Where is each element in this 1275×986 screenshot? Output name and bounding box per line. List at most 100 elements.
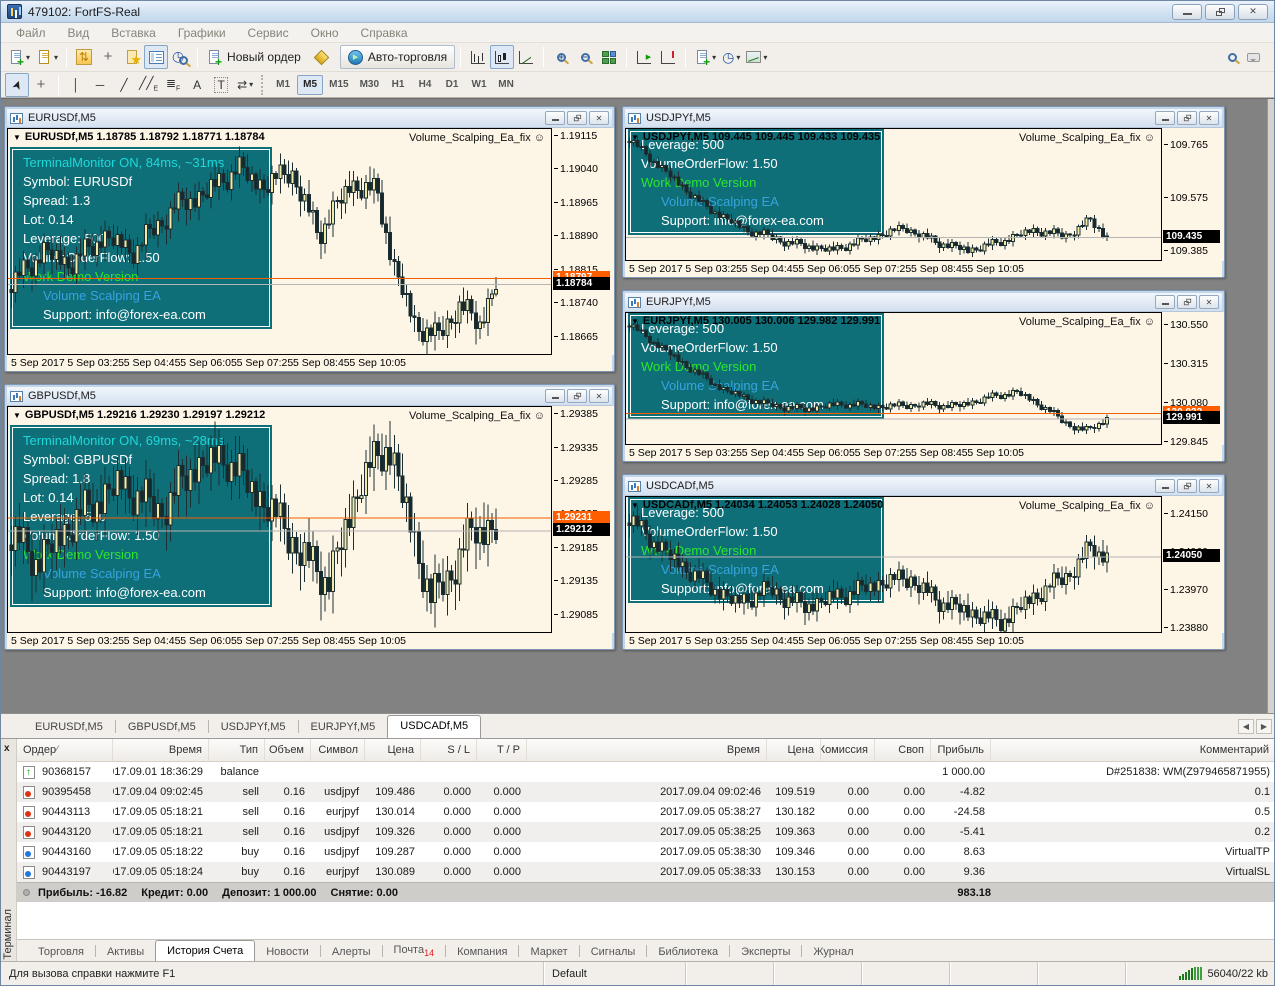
time-axis[interactable]: 5 Sep 2017 5 Sep 03:25 5 Sep 04:45 5 Sep 06… — [7, 355, 552, 371]
chart-minimize-button[interactable] — [1155, 111, 1175, 125]
candlestick-chart[interactable] — [8, 407, 551, 632]
chart-restore-button[interactable] — [567, 111, 587, 125]
channel-button[interactable]: ╱╱E — [136, 73, 161, 97]
data-window-button[interactable]: + — [96, 45, 120, 69]
candlestick-chart[interactable] — [626, 313, 1161, 444]
zoom-in-button[interactable]: + — [549, 45, 573, 69]
chart-tab-eurusdf[interactable]: EURUSDf,M5 — [23, 717, 115, 738]
candlestick-chart[interactable] — [626, 497, 1161, 632]
autotrading-button[interactable]: Авто-торговля — [339, 45, 456, 69]
column-header-open_price[interactable]: Цена — [365, 739, 421, 761]
menu-item-окно[interactable]: Окно — [300, 24, 350, 42]
terminal-tab-компания[interactable]: Компания — [446, 942, 518, 963]
column-header-volume[interactable]: Объем — [265, 739, 311, 761]
terminal-tab-торговля[interactable]: Торговля — [27, 942, 95, 963]
chart-plot-area[interactable]: Leverage: 500 VolumeOrderFlow: 1.50 Work D… — [625, 312, 1162, 445]
price-axis[interactable]: 1.241501.240601.239701.238801.24050 — [1162, 496, 1224, 634]
terminal-tab-почта[interactable]: Почта14 — [383, 940, 446, 963]
candlestick-chart[interactable] — [8, 129, 551, 354]
menu-item-вставка[interactable]: Вставка — [100, 24, 167, 42]
price-axis[interactable]: 1.19115 1.19040 1.18965 1.18890 1.18815 1.187… — [552, 128, 614, 355]
vertical-line-button[interactable]: │ — [64, 73, 88, 97]
timeframe-button-m1[interactable]: M1 — [270, 75, 296, 95]
terminal-tab-активы[interactable]: Активы — [96, 942, 155, 963]
time-axis[interactable]: 5 Sep 2017 5 Sep 03:25 5 Sep 04:45 5 Sep 06… — [625, 445, 1162, 461]
terminal-button[interactable] — [144, 45, 169, 69]
order-row[interactable]: 90443160 2017.09.05 05:18:22 buy 0.16 usdjpy… — [17, 842, 1274, 862]
terminal-tab-новости[interactable]: Новости — [255, 942, 320, 963]
chart-tab-usdjpyf[interactable]: USDJPYf,M5 — [209, 717, 298, 738]
chart-window-gbpusdf[interactable]: GBPUSDf,M5 ✕ TerminalMonitor ON, 69ms, ~28… — [4, 384, 615, 650]
price-axis[interactable]: 130.550130.315130.080129.845130.022129.9… — [1162, 312, 1224, 448]
fibonacci-button[interactable]: ≣F — [161, 73, 185, 97]
periods-button[interactable]: ◷ ▾ — [719, 45, 743, 69]
candlestick-chart[interactable] — [626, 129, 1161, 260]
price-axis[interactable]: 1.293851.293351.292851.292351.291851.291… — [552, 406, 614, 633]
search-icon[interactable] — [1228, 52, 1237, 62]
workspace-scrollbar[interactable] — [1267, 99, 1274, 714]
column-header-type[interactable]: Тип — [209, 739, 265, 761]
navigator-button[interactable]: ★ — [120, 45, 144, 69]
chart-window-usdcadf[interactable]: USDCADf,M5 ✕ Leverage: 500 VolumeOrderFlow:… — [622, 474, 1225, 650]
chart-restore-button[interactable] — [1177, 295, 1197, 309]
market-watch-button[interactable]: ⇅ — [72, 45, 96, 69]
profiles-button[interactable]: ▾ — [33, 45, 61, 69]
column-header-close_price[interactable]: Цена — [767, 739, 821, 761]
crosshair-button[interactable]: + — [29, 73, 53, 97]
text-button[interactable]: A — [185, 73, 209, 97]
chart-close-button[interactable]: ✕ — [1199, 479, 1219, 493]
time-axis[interactable]: 5 Sep 2017 5 Sep 03:25 5 Sep 04:45 5 Sep 06… — [625, 633, 1162, 649]
close-button[interactable]: ✕ — [1238, 3, 1268, 20]
order-row[interactable]: 90368157 2017.09.01 18:36:29 balance 1 000.… — [17, 762, 1274, 782]
tile-windows-button[interactable] — [597, 45, 621, 69]
menu-item-справка[interactable]: Справка — [350, 24, 419, 42]
column-header-order[interactable]: Ордер ∕ — [17, 739, 113, 761]
chat-icon[interactable] — [1247, 52, 1260, 62]
time-axis[interactable]: 5 Sep 2017 5 Sep 03:25 5 Sep 04:45 5 Sep 06… — [625, 261, 1162, 277]
terminal-tab-маркет[interactable]: Маркет — [519, 942, 578, 963]
restore-button[interactable] — [1205, 3, 1235, 20]
minimize-button[interactable] — [1172, 3, 1202, 20]
chart-minimize-button[interactable] — [545, 389, 565, 403]
timeframe-button-m15[interactable]: M15 — [324, 75, 353, 95]
chart-minimize-button[interactable] — [1155, 295, 1175, 309]
new-order-button[interactable]: + Новый ордер — [203, 45, 304, 69]
chart-close-button[interactable]: ✕ — [1199, 111, 1219, 125]
bar-chart-button[interactable] — [466, 45, 490, 69]
chart-restore-button[interactable] — [567, 389, 587, 403]
arrows-button[interactable]: ⇄ ▾ — [233, 73, 257, 97]
chart-close-button[interactable]: ✕ — [589, 389, 609, 403]
chart-close-button[interactable]: ✕ — [1199, 295, 1219, 309]
timeframe-button-h4[interactable]: H4 — [412, 75, 438, 95]
column-header-symbol[interactable]: Символ — [311, 739, 365, 761]
new-chart-button[interactable]: + ▾ — [5, 45, 33, 69]
column-header-tp[interactable]: T / P — [477, 739, 527, 761]
column-header-comment[interactable]: Комментарий — [991, 739, 1274, 761]
terminal-tab-библиотека[interactable]: Библиотека — [647, 942, 729, 963]
menu-item-файл[interactable]: Файл — [5, 24, 57, 42]
chart-close-button[interactable]: ✕ — [589, 111, 609, 125]
terminal-tab-сигналы[interactable]: Сигналы — [580, 942, 647, 963]
chart-tab-gbpusdf[interactable]: GBPUSDf,M5 — [116, 717, 208, 738]
strategy-tester-button[interactable]: ◷ — [168, 45, 192, 69]
chart-window-eurjpyf[interactable]: EURJPYf,M5 ✕ Leverage: 500 VolumeOrderFlow:… — [622, 290, 1225, 462]
column-header-close_time[interactable]: Время — [527, 739, 767, 761]
timeframe-button-mn[interactable]: MN — [493, 75, 519, 95]
chart-plot-area[interactable]: Leverage: 500 VolumeOrderFlow: 1.50 Work D… — [625, 496, 1162, 633]
horizontal-line-button[interactable]: ─ — [88, 73, 112, 97]
chart-restore-button[interactable] — [1177, 111, 1197, 125]
timeframe-button-m5[interactable]: M5 — [297, 74, 324, 95]
column-header-swap[interactable]: Своп — [875, 739, 931, 761]
templates-button[interactable]: ▾ — [743, 45, 770, 69]
line-chart-button[interactable] — [514, 45, 538, 69]
chart-restore-button[interactable] — [1177, 479, 1197, 493]
column-header-open_time[interactable]: Время — [113, 739, 209, 761]
candlestick-chart-button[interactable] — [490, 45, 515, 69]
cursor-button[interactable]: ➤ — [5, 72, 29, 97]
tabs-scroll-left-button[interactable]: ◀ — [1238, 719, 1254, 734]
chart-plot-area[interactable]: TerminalMonitor ON, 84ms, ~31ms Symbol: E… — [7, 128, 552, 355]
timeframe-button-h1[interactable]: H1 — [385, 75, 411, 95]
terminal-tab-история-счета[interactable]: История Счета — [155, 940, 256, 963]
menu-item-графики[interactable]: Графики — [167, 24, 237, 42]
auto-scroll-button[interactable]: ▶ — [632, 45, 656, 69]
